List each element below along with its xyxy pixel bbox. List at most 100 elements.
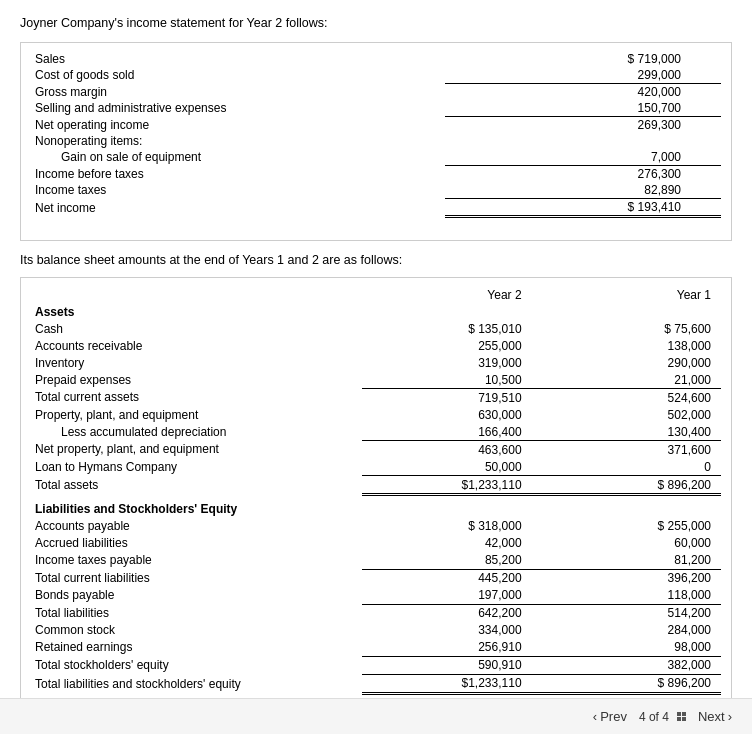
income-label: Gain on sale of equipment [31, 149, 445, 166]
balance-year1: 502,000 [542, 406, 721, 423]
balance-year2: 255,000 [362, 337, 541, 354]
balance-row: Total assets$1,233,110$ 896,200 [31, 476, 721, 495]
balance-label: Total current liabilities [31, 569, 362, 587]
balance-row: Net property, plant, and equipment463,60… [31, 441, 721, 459]
income-label: Cost of goods sold [31, 67, 445, 84]
balance-year1: 371,600 [542, 441, 721, 459]
page-number: 4 of 4 [639, 710, 669, 724]
prev-button[interactable]: ‹ Prev [593, 709, 627, 724]
balance-label: Inventory [31, 354, 362, 371]
balance-year1: 396,200 [542, 569, 721, 587]
balance-year2: 50,000 [362, 458, 541, 476]
balance-label: Total current assets [31, 389, 362, 407]
next-button[interactable]: Next › [698, 709, 732, 724]
prev-chevron-icon: ‹ [593, 709, 597, 724]
balance-year2: 256,910 [362, 639, 541, 657]
balance-row: Total liabilities642,200514,200 [31, 604, 721, 622]
balance-label: Cash [31, 320, 362, 337]
balance-label: Prepaid expenses [31, 371, 362, 389]
income-label: Income before taxes [31, 166, 445, 183]
income-label: Sales [31, 51, 445, 67]
balance-year1 [542, 501, 721, 518]
balance-year1: 60,000 [542, 535, 721, 552]
balance-year2: 85,200 [362, 552, 541, 570]
balance-year1: $ 896,200 [542, 476, 721, 495]
balance-year2: 42,000 [362, 535, 541, 552]
income-row: Nonoperating items: [31, 133, 721, 149]
income-label: Selling and administrative expenses [31, 100, 445, 117]
balance-year1: 98,000 [542, 639, 721, 657]
balance-year1: $ 75,600 [542, 320, 721, 337]
balance-year1: 524,600 [542, 389, 721, 407]
page-info: 4 of 4 [639, 710, 686, 724]
income-row: Income before taxes276,300 [31, 166, 721, 183]
balance-year1: 0 [542, 458, 721, 476]
balance-year1: 290,000 [542, 354, 721, 371]
footer-nav: ‹ Prev 4 of 4 Next › [593, 709, 732, 724]
income-statement-table: Sales$ 719,000Cost of goods sold299,000G… [31, 51, 721, 218]
income-amount: $ 193,410 [445, 199, 721, 217]
income-row: Gain on sale of equipment7,000 [31, 149, 721, 166]
balance-year2 [362, 303, 541, 320]
income-label: Net income [31, 199, 445, 217]
income-amount: 420,000 [445, 84, 721, 101]
balance-year2: 590,910 [362, 656, 541, 674]
footer: ‹ Prev 4 of 4 Next › [0, 698, 752, 734]
income-row: Gross margin420,000 [31, 84, 721, 101]
balance-year1: 514,200 [542, 604, 721, 622]
balance-row: Retained earnings256,91098,000 [31, 639, 721, 657]
income-row: Net operating income269,300 [31, 117, 721, 134]
income-label: Nonoperating items: [31, 133, 445, 149]
next-label: Next [698, 709, 725, 724]
income-amount: 299,000 [445, 67, 721, 84]
balance-sheet-table: Year 2Year 1AssetsCash$ 135,010$ 75,600A… [31, 286, 721, 699]
income-amount: 269,300 [445, 117, 721, 134]
balance-year2: 319,000 [362, 354, 541, 371]
balance-label: Accounts receivable [31, 337, 362, 354]
balance-label: Retained earnings [31, 639, 362, 657]
balance-row: Accounts receivable255,000138,000 [31, 337, 721, 354]
balance-year2: 719,510 [362, 389, 541, 407]
balance-label: Total liabilities and stockholders' equi… [31, 674, 362, 693]
income-amount: $ 719,000 [445, 51, 721, 67]
balance-row: Liabilities and Stockholders' Equity [31, 501, 721, 518]
balance-row: Total stockholders' equity590,910382,000 [31, 656, 721, 674]
balance-row: Bonds payable197,000118,000 [31, 587, 721, 605]
balance-year1: 284,000 [542, 622, 721, 639]
balance-label: Assets [31, 303, 362, 320]
balance-year2: 463,600 [362, 441, 541, 459]
balance-year1: 130,400 [542, 423, 721, 441]
balance-row: Cash$ 135,010$ 75,600 [31, 320, 721, 337]
balance-row: Total liabilities and stockholders' equi… [31, 674, 721, 693]
balance-row: Less accumulated depreciation166,400130,… [31, 423, 721, 441]
balance-year2: 334,000 [362, 622, 541, 639]
income-row: Net income$ 193,410 [31, 199, 721, 217]
intro-text: Joyner Company's income statement for Ye… [20, 16, 732, 30]
income-row: Income taxes82,890 [31, 182, 721, 199]
balance-row: Total current assets719,510524,600 [31, 389, 721, 407]
income-label: Gross margin [31, 84, 445, 101]
balance-year1: 81,200 [542, 552, 721, 570]
balance-label: Accounts payable [31, 518, 362, 535]
balance-year1: 21,000 [542, 371, 721, 389]
balance-row: Total current liabilities445,200396,200 [31, 569, 721, 587]
balance-header-label [31, 286, 362, 303]
income-row: Sales$ 719,000 [31, 51, 721, 67]
balance-year1: 118,000 [542, 587, 721, 605]
balance-year1: $ 896,200 [542, 674, 721, 693]
balance-header-year2: Year 2 [362, 286, 541, 303]
balance-row: Income taxes payable85,20081,200 [31, 552, 721, 570]
income-amount: 82,890 [445, 182, 721, 199]
balance-row: Assets [31, 303, 721, 320]
balance-header-year1: Year 1 [542, 286, 721, 303]
balance-label: Total assets [31, 476, 362, 495]
balance-year1: 138,000 [542, 337, 721, 354]
balance-year2: 197,000 [362, 587, 541, 605]
balance-year2: $ 318,000 [362, 518, 541, 535]
balance-year2: $1,233,110 [362, 476, 541, 495]
income-row: Selling and administrative expenses150,7… [31, 100, 721, 117]
balance-label: Property, plant, and equipment [31, 406, 362, 423]
income-amount [445, 133, 721, 149]
balance-year2: $1,233,110 [362, 674, 541, 693]
balance-row: Loan to Hymans Company50,0000 [31, 458, 721, 476]
